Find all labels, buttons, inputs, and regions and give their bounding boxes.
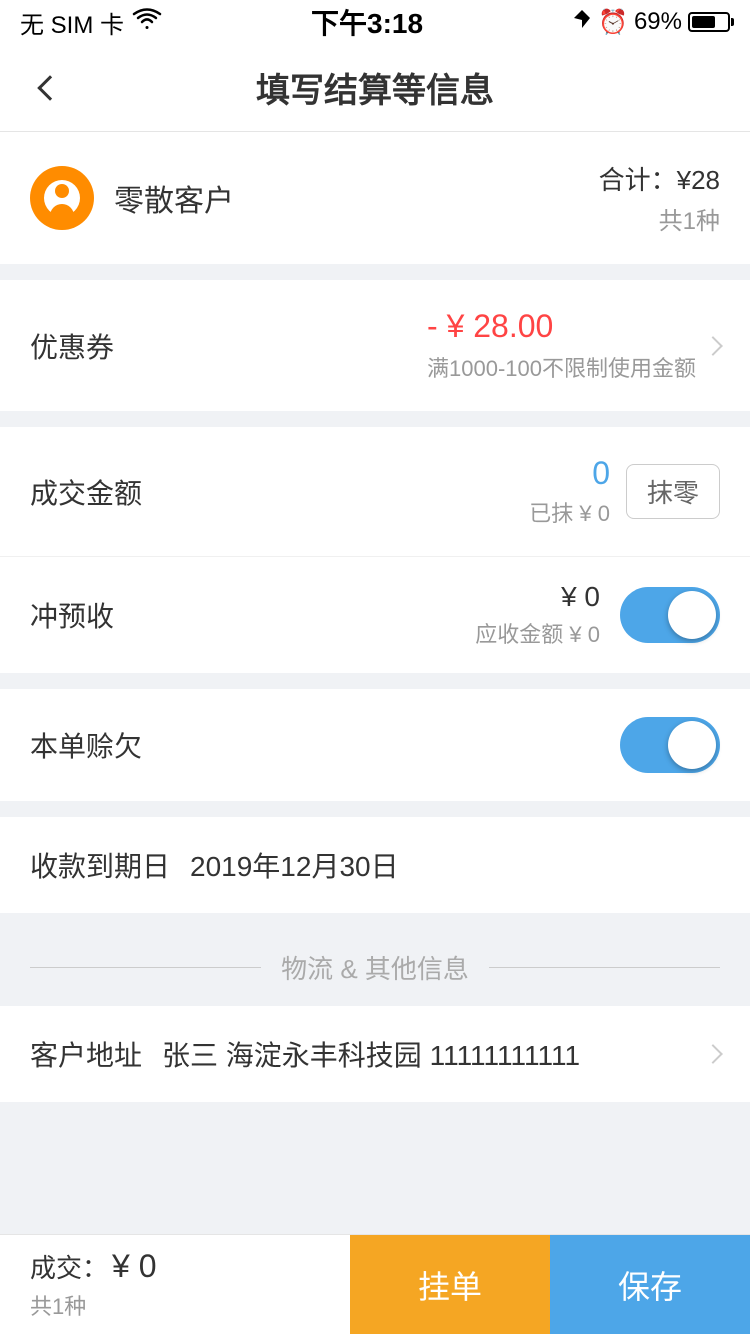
transaction-right: 0 已抹 ¥ 0 抹零 <box>529 455 720 528</box>
coupon-right: - ¥ 28.00 满1000-100不限制使用金额 <box>427 308 720 383</box>
transaction-row: 成交金额 0 已抹 ¥ 0 抹零 <box>0 427 750 557</box>
transaction-sub: 已抹 ¥ 0 <box>529 496 610 528</box>
coupon-row: 优惠券 - ¥ 28.00 满1000-100不限制使用金额 <box>30 308 720 383</box>
prepay-amount: ¥ 0 <box>475 581 600 613</box>
status-left: 无 SIM 卡 <box>20 5 162 40</box>
battery-percent: 69% <box>634 8 682 36</box>
prepay-row: 冲预收 ¥ 0 应收金额 ¥ 0 <box>0 557 750 673</box>
total-amount: 合计：¥28 <box>599 160 720 197</box>
save-button[interactable]: 保存 <box>550 1235 750 1334</box>
status-time: 下午3:18 <box>311 2 423 42</box>
transaction-value-col: 0 已抹 ¥ 0 <box>529 455 610 528</box>
logistics-line: 物流 & 其他信息 <box>30 949 720 986</box>
back-button[interactable] <box>28 66 72 110</box>
prepay-toggle[interactable] <box>620 587 720 643</box>
customer-left: 零散客户 <box>30 166 234 230</box>
duedate-section: 收款到期日 2019年12月30日 <box>0 817 750 913</box>
address-row: 客户地址 张三 海淀永丰科技园 11111111111 <box>30 1034 720 1074</box>
wifi-icon <box>132 8 162 37</box>
page-title: 填写结算等信息 <box>256 63 494 112</box>
status-right: ⏰ 69% <box>572 8 730 37</box>
bottom-info: 成交： ¥ 0 共1种 <box>0 1235 350 1334</box>
bottom-amount-row: 成交： ¥ 0 <box>30 1248 320 1285</box>
address-left: 客户地址 张三 海淀永丰科技园 11111111111 <box>30 1034 580 1074</box>
duedate-value: 2019年12月30日 <box>190 845 399 885</box>
address-section[interactable]: 客户地址 张三 海淀永丰科技园 11111111111 <box>0 1006 750 1102</box>
duedate-row: 收款到期日 2019年12月30日 <box>30 845 720 885</box>
bottom-bar: 成交： ¥ 0 共1种 挂单 保存 <box>0 1234 750 1334</box>
address-label: 客户地址 <box>30 1034 142 1074</box>
alarm-icon: ⏰ <box>598 8 628 37</box>
prepay-values: ¥ 0 应收金额 ¥ 0 <box>475 581 600 649</box>
nav-bar: 填写结算等信息 <box>0 44 750 132</box>
bottom-count: 共1种 <box>30 1289 320 1321</box>
customer-name: 零散客户 <box>114 176 234 220</box>
hang-button-label: 挂单 <box>418 1262 482 1308</box>
coupon-desc: 满1000-100不限制使用金额 <box>427 351 696 383</box>
address-value: 张三 海淀永丰科技园 11111111111 <box>162 1034 580 1074</box>
transaction-label: 成交金额 <box>30 472 142 512</box>
prepay-right: ¥ 0 应收金额 ¥ 0 <box>475 581 720 649</box>
transaction-section: 成交金额 0 已抹 ¥ 0 抹零 冲预收 ¥ 0 应收金额 ¥ 0 <box>0 427 750 673</box>
logistics-label: 物流 & 其他信息 <box>281 949 469 986</box>
avatar <box>30 166 94 230</box>
credit-toggle-knob <box>668 721 716 769</box>
customer-section: 零散客户 合计：¥28 共1种 <box>0 132 750 264</box>
duedate-label: 收款到期日 <box>30 845 170 885</box>
prepay-sub: 应收金额 ¥ 0 <box>475 617 600 649</box>
customer-total: 合计：¥28 共1种 <box>599 160 720 236</box>
save-button-label: 保存 <box>618 1262 682 1308</box>
prepay-label: 冲预收 <box>30 595 114 635</box>
total-count: 共1种 <box>599 201 720 236</box>
hang-button[interactable]: 挂单 <box>350 1235 550 1334</box>
coupon-section[interactable]: 优惠券 - ¥ 28.00 满1000-100不限制使用金额 <box>0 280 750 411</box>
bottom-amount: ¥ 0 <box>112 1248 156 1285</box>
credit-toggle[interactable] <box>620 717 720 773</box>
transaction-value: 0 <box>529 455 610 492</box>
sim-signal: 无 SIM 卡 <box>20 5 124 40</box>
status-bar: 无 SIM 卡 下午3:18 ⏰ 69% <box>0 0 750 44</box>
coupon-discount: - ¥ 28.00 <box>427 308 696 345</box>
logistics-divider: 物流 & 其他信息 <box>0 929 750 1006</box>
credit-label: 本单赊欠 <box>30 725 142 765</box>
address-chevron-icon <box>703 1044 723 1064</box>
divider-line-left <box>30 967 261 968</box>
toggle-knob <box>668 591 716 639</box>
battery-icon <box>688 12 730 32</box>
chevron-right-icon <box>703 336 723 356</box>
round-button[interactable]: 抹零 <box>626 464 720 519</box>
avatar-icon <box>44 180 80 216</box>
location-icon <box>572 8 592 37</box>
divider-line-right <box>489 967 720 968</box>
coupon-value-col: - ¥ 28.00 满1000-100不限制使用金额 <box>427 308 696 383</box>
back-arrow-icon <box>37 75 62 100</box>
coupon-label: 优惠券 <box>30 326 114 366</box>
credit-section: 本单赊欠 <box>0 689 750 801</box>
bottom-spacer <box>0 1118 750 1234</box>
bottom-amount-label: 成交： <box>30 1248 108 1285</box>
